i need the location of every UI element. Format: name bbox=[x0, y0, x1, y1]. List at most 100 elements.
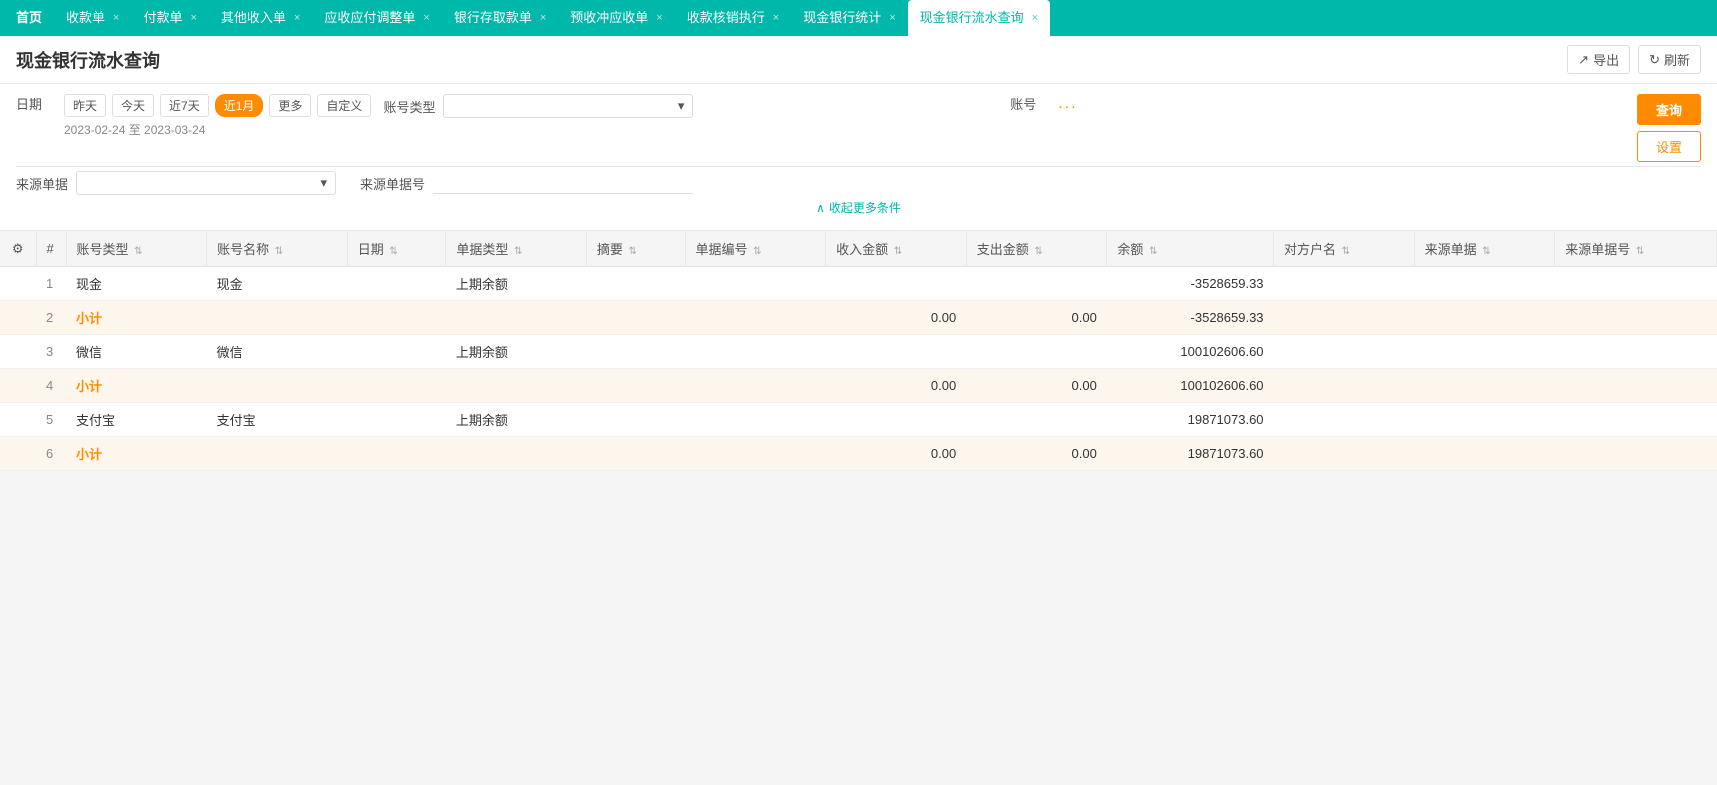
page-title: 现金银行流水查询 bbox=[16, 47, 160, 73]
date-today[interactable]: 今天 bbox=[112, 94, 154, 117]
date-custom[interactable]: 自定义 bbox=[317, 94, 371, 117]
th-expense[interactable]: 支出金额 ⇅ bbox=[966, 231, 1107, 267]
nav-item-yushou[interactable]: 预收冲应收单 × bbox=[558, 0, 674, 36]
th-account-name[interactable]: 账号名称 ⇅ bbox=[207, 231, 348, 267]
refresh-icon: ↻ bbox=[1649, 52, 1660, 68]
th-source-doc-no[interactable]: 来源单据号 ⇅ bbox=[1555, 231, 1717, 267]
account-dots[interactable]: ... bbox=[1058, 95, 1077, 113]
source-doc-no-input[interactable] bbox=[433, 172, 693, 194]
close-icon[interactable]: × bbox=[294, 0, 300, 36]
close-icon[interactable]: × bbox=[889, 0, 895, 36]
th-counterpart[interactable]: 对方户名 ⇅ bbox=[1274, 231, 1415, 267]
td-expense bbox=[966, 403, 1107, 437]
td-account-name bbox=[207, 301, 348, 335]
close-icon[interactable]: × bbox=[656, 0, 662, 36]
close-icon[interactable]: × bbox=[773, 0, 779, 36]
td-source-doc bbox=[1414, 267, 1555, 301]
export-button[interactable]: ↗ 导出 bbox=[1567, 45, 1630, 74]
top-navigation: 首页 收款单 × 付款单 × 其他收入单 × 应收应付调整单 × 银行存取款单 … bbox=[0, 0, 1717, 36]
nav-item-xianjinyinhang[interactable]: 现金银行统计 × bbox=[791, 0, 907, 36]
td-income bbox=[826, 403, 967, 437]
td-counterpart bbox=[1274, 403, 1415, 437]
td-date bbox=[347, 403, 446, 437]
th-income[interactable]: 收入金额 ⇅ bbox=[826, 231, 967, 267]
nav-item-shoukuanhexiao[interactable]: 收款核销执行 × bbox=[675, 0, 791, 36]
td-doc-type: 上期余额 bbox=[446, 267, 587, 301]
td-source-doc-no bbox=[1555, 301, 1717, 335]
th-doc-type[interactable]: 单据类型 ⇅ bbox=[446, 231, 587, 267]
td-balance: -3528659.33 bbox=[1107, 301, 1274, 335]
td-source-doc-no bbox=[1555, 267, 1717, 301]
date-1month[interactable]: 近1月 bbox=[215, 94, 264, 117]
date-label: 日期 bbox=[16, 94, 56, 113]
td-settings bbox=[0, 301, 36, 335]
td-summary bbox=[586, 369, 685, 403]
th-num: # bbox=[36, 231, 66, 267]
account-type-select[interactable]: ▾ bbox=[443, 94, 693, 118]
td-expense: 0.00 bbox=[966, 301, 1107, 335]
close-icon[interactable]: × bbox=[113, 0, 119, 36]
chevron-up-icon: ∧ bbox=[816, 201, 825, 215]
th-doc-no[interactable]: 单据编号 ⇅ bbox=[685, 231, 826, 267]
td-source-doc bbox=[1414, 437, 1555, 471]
table-area: ⚙ # 账号类型 ⇅ 账号名称 ⇅ 日期 ⇅ 单据类型 ⇅ 摘要 ⇅ 单据编号 … bbox=[0, 231, 1717, 471]
nav-item-shoukuandan[interactable]: 收款单 × bbox=[54, 0, 131, 36]
close-icon[interactable]: × bbox=[540, 0, 546, 36]
account-type-label: 账号类型 bbox=[383, 97, 435, 116]
td-summary bbox=[586, 267, 685, 301]
nav-item-yinhangcunku[interactable]: 银行存取款单 × bbox=[442, 0, 558, 36]
td-account-type: 小计 bbox=[66, 301, 207, 335]
close-icon[interactable]: × bbox=[190, 0, 196, 36]
td-source-doc-no bbox=[1555, 437, 1717, 471]
td-income: 0.00 bbox=[826, 369, 967, 403]
td-doc-type bbox=[446, 437, 587, 471]
td-account-type: 现金 bbox=[66, 267, 207, 301]
data-table: ⚙ # 账号类型 ⇅ 账号名称 ⇅ 日期 ⇅ 单据类型 ⇅ 摘要 ⇅ 单据编号 … bbox=[0, 231, 1717, 471]
td-settings bbox=[0, 403, 36, 437]
nav-item-qitashouru[interactable]: 其他收入单 × bbox=[209, 0, 312, 36]
export-icon: ↗ bbox=[1578, 52, 1589, 68]
td-income bbox=[826, 267, 967, 301]
td-income: 0.00 bbox=[826, 437, 967, 471]
chevron-down-icon: ▾ bbox=[320, 175, 327, 191]
td-num: 6 bbox=[36, 437, 66, 471]
th-settings[interactable]: ⚙ bbox=[0, 231, 36, 267]
table-header-row: ⚙ # 账号类型 ⇅ 账号名称 ⇅ 日期 ⇅ 单据类型 ⇅ 摘要 ⇅ 单据编号 … bbox=[0, 231, 1717, 267]
td-num: 1 bbox=[36, 267, 66, 301]
close-icon[interactable]: × bbox=[1032, 0, 1038, 36]
refresh-button[interactable]: ↻ 刷新 bbox=[1638, 45, 1701, 74]
td-account-name: 微信 bbox=[207, 335, 348, 369]
td-doc-type: 上期余额 bbox=[446, 335, 587, 369]
setting-button[interactable]: 设置 bbox=[1637, 131, 1701, 162]
td-balance: 100102606.60 bbox=[1107, 369, 1274, 403]
date-7days[interactable]: 近7天 bbox=[160, 94, 209, 117]
td-account-name: 现金 bbox=[207, 267, 348, 301]
nav-home[interactable]: 首页 bbox=[4, 0, 54, 36]
td-source-doc-no bbox=[1555, 403, 1717, 437]
td-balance: -3528659.33 bbox=[1107, 267, 1274, 301]
nav-item-liushuichaxun[interactable]: 现金银行流水查询 × bbox=[908, 0, 1050, 36]
nav-item-yingshoutiaozheng[interactable]: 应收应付调整单 × bbox=[312, 0, 441, 36]
source-doc-group: 来源单据 ▾ bbox=[16, 171, 336, 195]
date-more[interactable]: 更多 bbox=[269, 94, 311, 117]
query-button[interactable]: 查询 bbox=[1637, 94, 1701, 125]
th-summary[interactable]: 摘要 ⇅ bbox=[586, 231, 685, 267]
th-account-type[interactable]: 账号类型 ⇅ bbox=[66, 231, 207, 267]
th-balance[interactable]: 余额 ⇅ bbox=[1107, 231, 1274, 267]
table-row: 3 微信 微信 上期余额 100102606.60 bbox=[0, 335, 1717, 369]
td-counterpart bbox=[1274, 267, 1415, 301]
th-date[interactable]: 日期 ⇅ bbox=[347, 231, 446, 267]
td-source-doc bbox=[1414, 369, 1555, 403]
td-income: 0.00 bbox=[826, 301, 967, 335]
th-source-doc[interactable]: 来源单据 ⇅ bbox=[1414, 231, 1555, 267]
source-doc-select[interactable]: ▾ bbox=[76, 171, 336, 195]
source-doc-no-group: 来源单据号 bbox=[360, 172, 693, 194]
close-icon[interactable]: × bbox=[423, 0, 429, 36]
td-expense: 0.00 bbox=[966, 437, 1107, 471]
td-counterpart bbox=[1274, 369, 1415, 403]
date-yesterday[interactable]: 昨天 bbox=[64, 94, 106, 117]
collapse-bar[interactable]: ∧ 收起更多条件 bbox=[16, 195, 1701, 220]
td-num: 5 bbox=[36, 403, 66, 437]
td-settings bbox=[0, 335, 36, 369]
nav-item-fukuandan[interactable]: 付款单 × bbox=[131, 0, 208, 36]
